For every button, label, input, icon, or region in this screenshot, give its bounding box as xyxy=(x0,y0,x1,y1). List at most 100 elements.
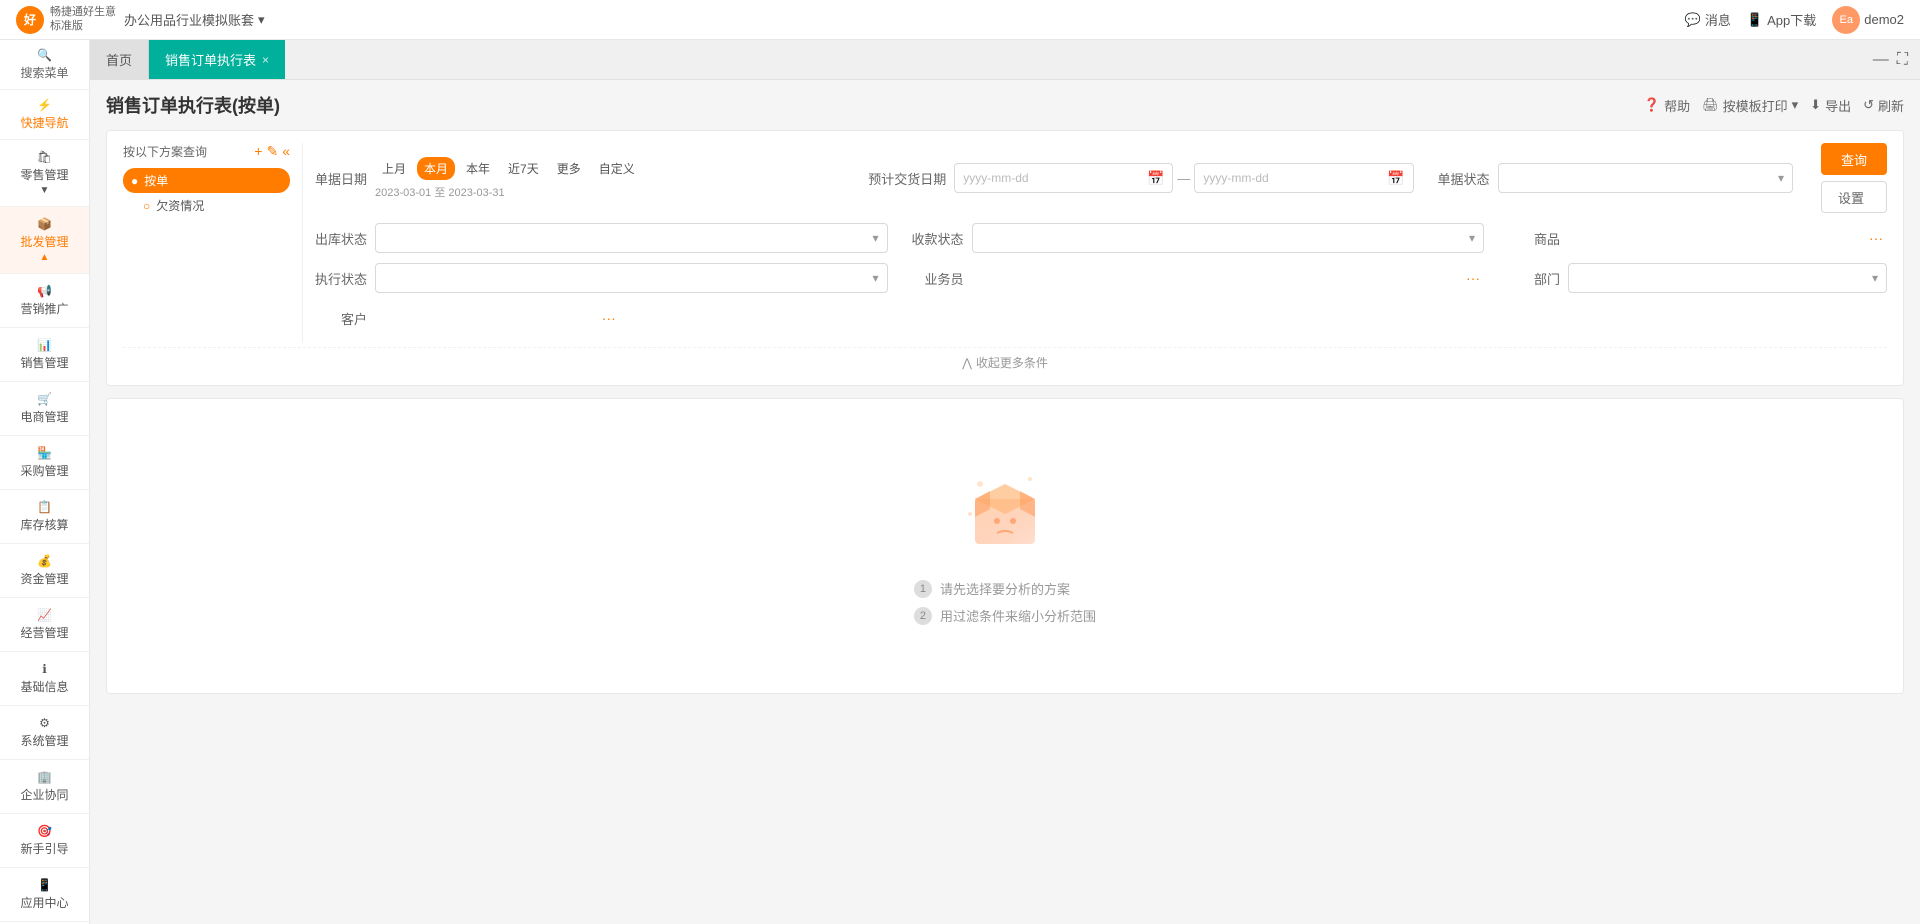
filter-row-3: 执行状态 ▾ 业务员 ··· xyxy=(307,263,1887,293)
query-btn[interactable]: 查询 xyxy=(1821,143,1887,175)
date-range-text: 2023-03-01 至 2023-03-31 xyxy=(375,184,852,200)
top-bar: 好 畅捷通好生意 标准版 办公用品行业模拟账套 ▾ 💬 消息 📱 App下载 E… xyxy=(0,0,1920,40)
payment-status-field: 收款状态 ▾ xyxy=(904,223,1485,253)
collapse-icon: ⋀ xyxy=(962,356,972,370)
sidebar-item-ecommerce[interactable]: 🛒 电商管理 xyxy=(0,382,89,436)
sidebar-item-wholesale[interactable]: 📦 批发管理 ▲ xyxy=(0,207,89,274)
page-selector[interactable]: 办公用品行业模拟账套 ▾ xyxy=(124,10,265,29)
help-btn[interactable]: ❓ 帮助 xyxy=(1644,96,1690,115)
export-icon: ⬇ xyxy=(1810,97,1821,113)
template-print-btn[interactable]: 🖨 按模板打印 ▾ xyxy=(1702,96,1798,115)
refresh-btn[interactable]: ↺ 刷新 xyxy=(1863,96,1904,115)
sidebar-item-purchase[interactable]: 🏪 采购管理 xyxy=(0,436,89,490)
exec-status-select[interactable]: ▾ xyxy=(375,263,888,293)
this-year-btn[interactable]: 本年 xyxy=(459,157,497,180)
marketing-icon: 📢 xyxy=(37,284,52,298)
sidebar-item-system[interactable]: ⚙ 系统管理 xyxy=(0,706,89,760)
refresh-icon: ↺ xyxy=(1863,97,1874,113)
sidebar-item-operation[interactable]: 📈 经营管理 xyxy=(0,598,89,652)
sidebar-item-basic[interactable]: ℹ 基础信息 xyxy=(0,652,89,706)
sidebar-item-newbie[interactable]: 🎯 新手引导 xyxy=(0,814,89,868)
sidebar-item-marketing[interactable]: 📢 营销推广 xyxy=(0,274,89,328)
message-btn[interactable]: 💬 消息 xyxy=(1685,10,1731,29)
sidebar-item-finance[interactable]: 💰 资金管理 xyxy=(0,544,89,598)
sidebar-item-inventory[interactable]: 📋 库存核算 xyxy=(0,490,89,544)
filter-panel: 按以下方案查询 + ✎ « ● 按单 ○ xyxy=(106,130,1904,386)
more-btn[interactable]: 更多 xyxy=(550,157,588,180)
doc-status-select[interactable]: ▾ xyxy=(1498,163,1794,193)
chevron-down-icon: ▾ xyxy=(1792,97,1799,113)
this-month-btn[interactable]: 本月 xyxy=(417,157,455,180)
chevron-down-icon: ▼ xyxy=(40,185,50,196)
filter-row-2: 出库状态 ▾ 收款状态 ▾ xyxy=(307,223,1887,253)
tab-close-btn[interactable]: × xyxy=(262,53,269,67)
chevron-down-icon: ▾ xyxy=(872,271,878,285)
scheme-edit-btn[interactable]: ✎ xyxy=(266,143,278,160)
forecast-date-start[interactable]: yyyy-mm-dd 📅 xyxy=(954,163,1173,193)
exec-status-field: 执行状态 ▾ xyxy=(307,263,888,293)
payment-status-select[interactable]: ▾ xyxy=(972,223,1485,253)
sidebar-item-retail[interactable]: 🛍 零售管理 ▼ xyxy=(0,140,89,207)
tab-minimize-icon[interactable]: — xyxy=(1873,51,1889,69)
scheme-add-btn[interactable]: + xyxy=(254,143,262,160)
salesperson-label: 业务员 xyxy=(904,269,964,288)
forecast-date-field: 预计交货日期 yyyy-mm-dd 📅 — yyyy-mm-dd xyxy=(868,163,1413,193)
calendar-icon-end[interactable]: 📅 xyxy=(1387,170,1404,187)
scheme-collapse-btn[interactable]: « xyxy=(282,143,290,160)
logo-icon: 好 xyxy=(16,6,44,34)
chevron-down-icon: ▾ xyxy=(1778,171,1784,185)
app-download-btn[interactable]: 📱 App下载 xyxy=(1747,10,1816,29)
custom-btn[interactable]: 自定义 xyxy=(592,157,642,180)
logo-text: 畅捷通好生意 标准版 xyxy=(50,6,116,32)
basic-icon: ℹ xyxy=(42,662,47,676)
step-num-1: 1 xyxy=(914,580,932,598)
sidebar-nav[interactable]: ⚡ 快捷导航 xyxy=(0,90,89,140)
tab-bar: 首页 销售订单执行表 × — ⛶ xyxy=(90,40,1920,80)
sidebar-item-appstore[interactable]: 📱 应用中心 xyxy=(0,868,89,922)
scheme-item-order[interactable]: ● 按单 xyxy=(123,168,290,193)
calendar-icon-start[interactable]: 📅 xyxy=(1147,170,1164,187)
sidebar-item-enterprise[interactable]: 🏢 企业协同 xyxy=(0,760,89,814)
tab-home[interactable]: 首页 xyxy=(90,40,149,79)
tab-active[interactable]: 销售订单执行表 × xyxy=(149,40,285,79)
tab-maximize-icon[interactable]: ⛶ xyxy=(1897,51,1908,69)
user-profile[interactable]: Ea demo2 xyxy=(1832,6,1904,34)
customer-select[interactable]: ··· xyxy=(375,303,620,333)
scheme-sub-item-debt[interactable]: ○ 欠资情况 xyxy=(123,193,290,218)
collapse-btn[interactable]: ⋀ 收起更多条件 xyxy=(962,354,1048,371)
out-status-select[interactable]: ▾ xyxy=(375,223,888,253)
page-content: 销售订单执行表(按单) ❓ 帮助 🖨 按模板打印 ▾ ⬇ 导出 xyxy=(90,80,1920,924)
appstore-icon: 📱 xyxy=(37,878,52,892)
top-bar-left: 好 畅捷通好生意 标准版 办公用品行业模拟账套 ▾ xyxy=(16,6,265,34)
forecast-date-label: 预计交货日期 xyxy=(868,169,946,188)
salesperson-more-icon[interactable]: ··· xyxy=(1462,270,1484,286)
payment-status-label: 收款状态 xyxy=(904,229,964,248)
salesperson-field: 业务员 ··· xyxy=(904,263,1485,293)
scheme-item-icon: ● xyxy=(131,174,138,188)
forecast-date-end[interactable]: yyyy-mm-dd 📅 xyxy=(1194,163,1413,193)
last7days-btn[interactable]: 近7天 xyxy=(501,157,546,180)
download-icon: 📱 xyxy=(1747,12,1763,28)
scheme-header: 按以下方案查询 + ✎ « xyxy=(123,143,290,160)
dept-select[interactable]: ▾ xyxy=(1568,263,1887,293)
query-buttons: 查询 设置 xyxy=(1821,143,1887,213)
ecommerce-icon: 🛒 xyxy=(37,392,52,406)
goods-select[interactable]: ··· xyxy=(1568,223,1887,253)
export-btn[interactable]: ⬇ 导出 xyxy=(1810,96,1851,115)
search-icon: 🔍 xyxy=(37,48,52,62)
last-month-btn[interactable]: 上月 xyxy=(375,157,413,180)
nav-icon: ⚡ xyxy=(37,98,52,112)
more-dots-icon[interactable]: ··· xyxy=(1865,230,1887,246)
sidebar: 🔍 搜索菜单 ⚡ 快捷导航 🛍 零售管理 ▼ 📦 批发管理 ▲ 📢 营销推广 📊… xyxy=(0,40,90,924)
sidebar-search[interactable]: 🔍 搜索菜单 xyxy=(0,40,89,90)
debt-icon: ○ xyxy=(143,199,150,213)
settings-btn[interactable]: 设置 xyxy=(1821,181,1887,213)
sidebar-item-sales[interactable]: 📊 销售管理 xyxy=(0,328,89,382)
empty-step-2: 2 用过滤条件来缩小分析范围 xyxy=(914,606,1096,625)
retail-icon: 🛍 xyxy=(37,150,52,164)
step-num-2: 2 xyxy=(914,607,932,625)
chevron-down-icon: ▾ xyxy=(258,12,265,28)
goods-label: 商品 xyxy=(1500,229,1560,248)
customer-more-icon[interactable]: ··· xyxy=(598,310,620,326)
salesperson-select[interactable]: ··· xyxy=(972,263,1485,293)
